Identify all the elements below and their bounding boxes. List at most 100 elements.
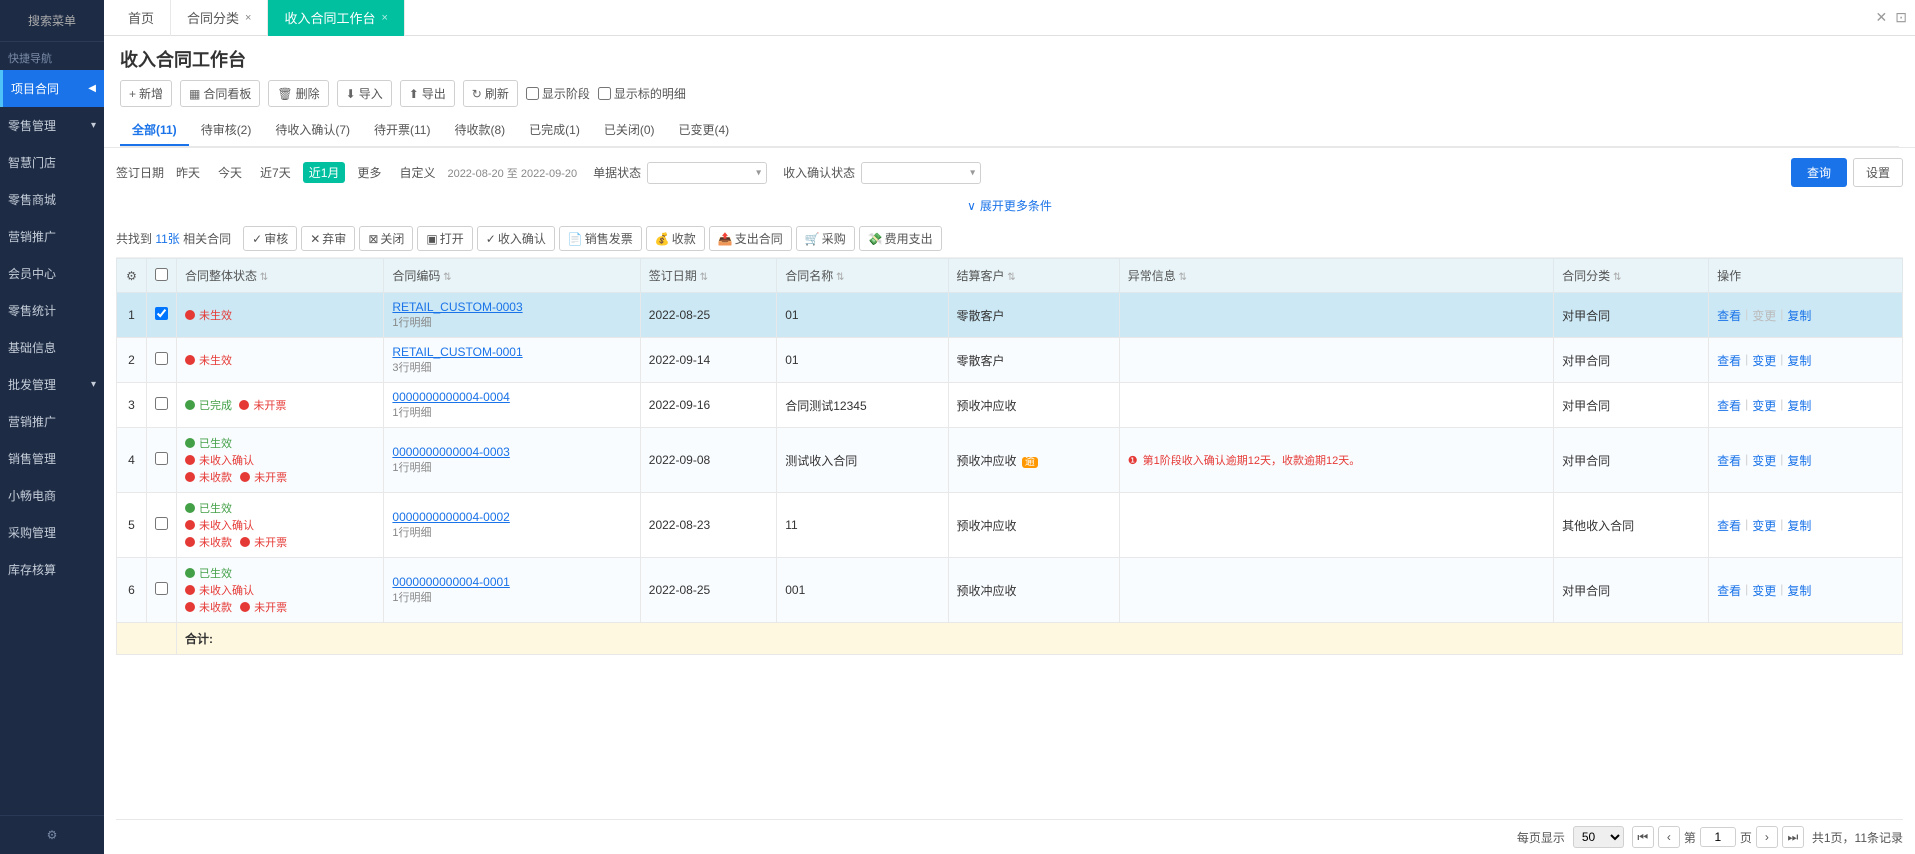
payment-out-button[interactable]: 📤 支出合同	[709, 226, 792, 251]
tab-home[interactable]: 首页	[112, 0, 171, 36]
row-checkbox[interactable]	[147, 383, 177, 428]
filter-tab-changed[interactable]: 已变更(4)	[667, 115, 742, 146]
sidebar-settings[interactable]: ⚙	[0, 815, 104, 854]
sidebar-item-wholesale-mgmt[interactable]: 批发管理 ▾	[0, 366, 104, 403]
filter-tab-all[interactable]: 全部(11)	[120, 115, 189, 146]
close-tab-contract-classify[interactable]: ×	[245, 12, 251, 24]
page-size-select[interactable]: 10 20 50 100	[1573, 826, 1624, 848]
collect-button[interactable]: 💰 收款	[646, 226, 705, 251]
col-contract-type[interactable]: 合同分类	[1554, 259, 1709, 293]
sidebar-item-sales-mgmt[interactable]: 销售管理	[0, 440, 104, 477]
date-opt-more[interactable]: 更多	[351, 162, 387, 183]
filter-tab-done[interactable]: 已完成(1)	[517, 115, 592, 146]
change-action[interactable]: 变更	[1752, 452, 1776, 469]
col-contract-name[interactable]: 合同名称	[777, 259, 948, 293]
page-input[interactable]	[1700, 827, 1736, 847]
import-button[interactable]: ⬇ 导入	[337, 80, 392, 107]
col-settlement-customer[interactable]: 结算客户	[948, 259, 1119, 293]
col-overall-status[interactable]: 合同整体状态	[177, 259, 384, 293]
sidebar-item-marketing[interactable]: 营销推广	[0, 218, 104, 255]
abandon-button[interactable]: ✕ 弃审	[301, 226, 355, 251]
add-button[interactable]: + 新增	[120, 80, 172, 107]
col-settings[interactable]: ⚙	[117, 259, 147, 293]
col-sign-date[interactable]: 签订日期	[640, 259, 776, 293]
sidebar-item-xiaochang[interactable]: 小畅电商	[0, 477, 104, 514]
open-contract-button[interactable]: ▣ 打开	[417, 226, 472, 251]
copy-action[interactable]: 复制	[1787, 517, 1811, 534]
sidebar-item-member-center[interactable]: 会员中心	[0, 255, 104, 292]
contract-code-link[interactable]: 0000000000004-0002	[392, 510, 509, 524]
date-opt-7days[interactable]: 近7天	[254, 162, 297, 183]
expense-out-button[interactable]: 💸 费用支出	[859, 226, 942, 251]
sidebar-item-inventory[interactable]: 库存核算	[0, 551, 104, 588]
date-opt-today[interactable]: 今天	[212, 162, 248, 183]
view-action[interactable]: 查看	[1717, 582, 1741, 599]
row-checkbox[interactable]	[147, 493, 177, 558]
export-button[interactable]: ⬆ 导出	[400, 80, 455, 107]
row-checkbox[interactable]	[147, 558, 177, 623]
sidebar-item-purchase-mgmt[interactable]: 采购管理	[0, 514, 104, 551]
refresh-button[interactable]: ↻ 刷新	[463, 80, 518, 107]
sales-invoice-button[interactable]: 📄 销售发票	[559, 226, 642, 251]
copy-action[interactable]: 复制	[1787, 352, 1811, 369]
filter-tab-pending-confirm[interactable]: 待收入确认(7)	[263, 115, 362, 146]
sidebar-search[interactable]: 搜索菜单	[0, 0, 104, 42]
sidebar-item-retail-stats[interactable]: 零售统计	[0, 292, 104, 329]
review-button[interactable]: ✓ 审核	[243, 226, 297, 251]
tab-contract-classify[interactable]: 合同分类 ×	[171, 0, 268, 36]
first-page-button[interactable]: ⏮	[1632, 826, 1654, 848]
sidebar-item-marketing2[interactable]: 营销推广	[0, 403, 104, 440]
close-contract-button[interactable]: ⊠ 关闭	[359, 226, 413, 251]
filter-tab-closed[interactable]: 已关闭(0)	[592, 115, 667, 146]
filter-tab-pending-review[interactable]: 待审核(2)	[189, 115, 264, 146]
row-checkbox[interactable]	[147, 428, 177, 493]
tab-income-workbench[interactable]: 收入合同工作台 ×	[268, 0, 404, 36]
view-action[interactable]: 查看	[1717, 397, 1741, 414]
sidebar-item-retail-mgmt[interactable]: 零售管理 ▾	[0, 107, 104, 144]
copy-action[interactable]: 复制	[1787, 582, 1811, 599]
close-all-tabs-button[interactable]: ✕	[1876, 9, 1888, 26]
row-checkbox[interactable]	[147, 293, 177, 338]
view-action[interactable]: 查看	[1717, 452, 1741, 469]
delete-button[interactable]: 🗑 删除	[268, 80, 328, 107]
change-action[interactable]: 变更	[1752, 517, 1776, 534]
change-action[interactable]: 变更	[1752, 397, 1776, 414]
search-button[interactable]: 查询	[1791, 158, 1847, 187]
change-action[interactable]: 变更	[1752, 352, 1776, 369]
contract-code-link[interactable]: RETAIL_CUSTOM-0003	[392, 300, 522, 314]
restore-window-button[interactable]: ⊡	[1895, 9, 1907, 26]
copy-action[interactable]: 复制	[1787, 452, 1811, 469]
show-stage-checkbox[interactable]: 显示阶段	[526, 85, 590, 102]
setting-button[interactable]: 设置	[1853, 158, 1903, 187]
view-action[interactable]: 查看	[1717, 307, 1741, 324]
col-exception-info[interactable]: 异常信息	[1119, 259, 1553, 293]
date-opt-yesterday[interactable]: 昨天	[170, 162, 206, 183]
contract-code-link[interactable]: RETAIL_CUSTOM-0001	[392, 345, 522, 359]
show-detail-input[interactable]	[598, 87, 611, 100]
sidebar-item-retail-mall[interactable]: 零售商城	[0, 181, 104, 218]
filter-tab-pending-payment[interactable]: 待收款(8)	[442, 115, 517, 146]
sidebar-item-base-info[interactable]: 基础信息	[0, 329, 104, 366]
purchase-button[interactable]: 🛒 采购	[796, 226, 855, 251]
date-opt-custom[interactable]: 自定义	[393, 162, 441, 183]
view-action[interactable]: 查看	[1717, 352, 1741, 369]
select-all-checkbox[interactable]	[155, 268, 168, 281]
sidebar-item-smart-store[interactable]: 智慧门店	[0, 144, 104, 181]
expand-conditions-button[interactable]: ∨ 展开更多条件	[967, 197, 1052, 214]
show-stage-input[interactable]	[526, 87, 539, 100]
copy-action[interactable]: 复制	[1787, 397, 1811, 414]
contract-code-link[interactable]: 0000000000004-0003	[392, 445, 509, 459]
date-opt-1month[interactable]: 近1月	[303, 162, 346, 183]
copy-action[interactable]: 复制	[1787, 307, 1811, 324]
prev-page-button[interactable]: ‹	[1658, 826, 1680, 848]
row-checkbox[interactable]	[147, 338, 177, 383]
last-page-button[interactable]: ⏭	[1782, 826, 1804, 848]
view-action[interactable]: 查看	[1717, 517, 1741, 534]
contract-board-button[interactable]: ▦ 合同看板	[180, 80, 260, 107]
doc-status-select[interactable]	[647, 162, 767, 184]
close-tab-income-workbench[interactable]: ×	[381, 12, 387, 24]
contract-code-link[interactable]: 0000000000004-0001	[392, 575, 509, 589]
next-page-button[interactable]: ›	[1756, 826, 1778, 848]
income-confirm-button[interactable]: ✓ 收入确认	[477, 226, 555, 251]
change-action[interactable]: 变更	[1752, 582, 1776, 599]
